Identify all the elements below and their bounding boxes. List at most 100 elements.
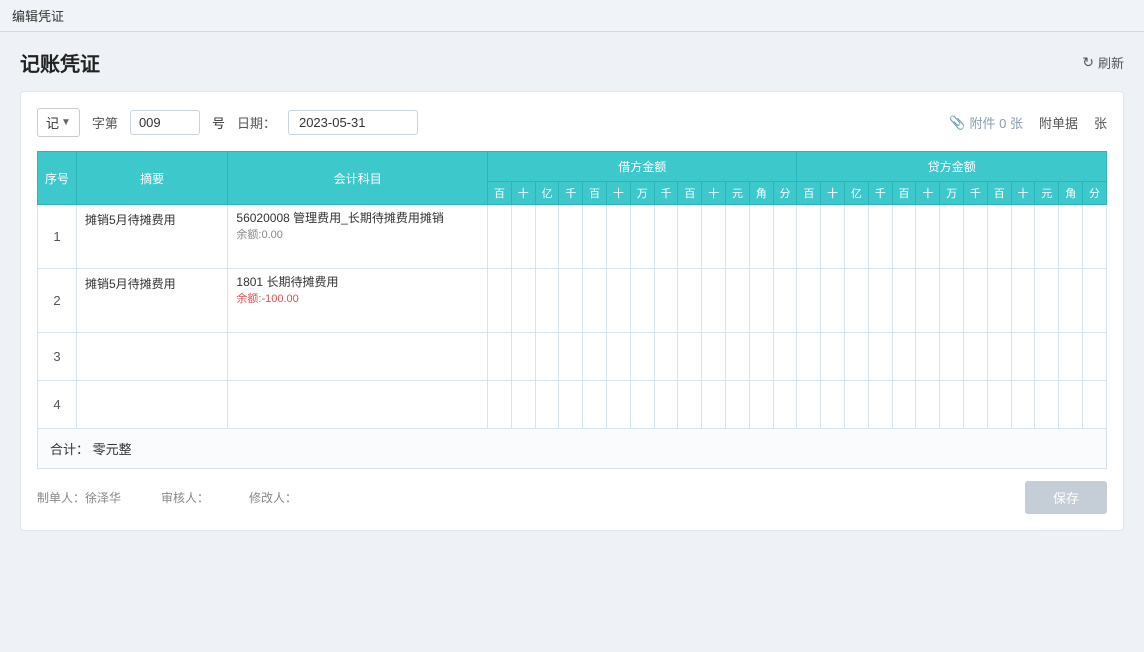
amount-cell-2-7[interactable] <box>654 333 678 381</box>
amount-cell-0-15[interactable] <box>845 205 869 269</box>
row-account-1[interactable]: 1801 长期待摊费用余额:-100.00 <box>228 269 488 333</box>
amount-cell-1-3[interactable] <box>559 269 583 333</box>
amount-cell-2-10[interactable] <box>726 333 750 381</box>
amount-cell-1-11[interactable] <box>749 269 773 333</box>
amount-cell-1-8[interactable] <box>678 269 702 333</box>
amount-cell-0-1[interactable] <box>511 205 535 269</box>
amount-cell-3-20[interactable] <box>964 381 988 429</box>
amount-cell-2-25[interactable] <box>1083 333 1107 381</box>
amount-cell-1-0[interactable] <box>488 269 512 333</box>
amount-cell-3-17[interactable] <box>892 381 916 429</box>
amount-cell-2-18[interactable] <box>916 333 940 381</box>
amount-cell-2-20[interactable] <box>964 333 988 381</box>
amount-cell-0-21[interactable] <box>987 205 1011 269</box>
row-account-3[interactable] <box>228 381 488 429</box>
amount-cell-3-11[interactable] <box>749 381 773 429</box>
amount-cell-0-3[interactable] <box>559 205 583 269</box>
amount-cell-2-17[interactable] <box>892 333 916 381</box>
amount-cell-2-24[interactable] <box>1059 333 1083 381</box>
row-summary-3[interactable] <box>76 381 227 429</box>
amount-cell-1-24[interactable] <box>1059 269 1083 333</box>
amount-cell-0-7[interactable] <box>654 205 678 269</box>
amount-cell-3-23[interactable] <box>1035 381 1059 429</box>
amount-cell-1-21[interactable] <box>987 269 1011 333</box>
amount-cell-2-13[interactable] <box>797 333 821 381</box>
amount-cell-3-7[interactable] <box>654 381 678 429</box>
amount-cell-1-22[interactable] <box>1011 269 1035 333</box>
amount-cell-0-8[interactable] <box>678 205 702 269</box>
amount-cell-3-25[interactable] <box>1083 381 1107 429</box>
amount-cell-3-24[interactable] <box>1059 381 1083 429</box>
amount-cell-2-16[interactable] <box>868 333 892 381</box>
amount-cell-3-9[interactable] <box>702 381 726 429</box>
amount-cell-1-6[interactable] <box>630 269 654 333</box>
voucher-type-button[interactable]: 记 ▼ <box>37 108 80 137</box>
amount-cell-3-4[interactable] <box>583 381 607 429</box>
amount-cell-2-8[interactable] <box>678 333 702 381</box>
amount-cell-3-12[interactable] <box>773 381 797 429</box>
amount-cell-2-4[interactable] <box>583 333 607 381</box>
amount-cell-1-4[interactable] <box>583 269 607 333</box>
amount-cell-3-22[interactable] <box>1011 381 1035 429</box>
amount-cell-0-6[interactable] <box>630 205 654 269</box>
amount-cell-0-10[interactable] <box>726 205 750 269</box>
amount-cell-2-22[interactable] <box>1011 333 1035 381</box>
amount-cell-1-7[interactable] <box>654 269 678 333</box>
amount-cell-0-18[interactable] <box>916 205 940 269</box>
amount-cell-0-12[interactable] <box>773 205 797 269</box>
amount-cell-1-23[interactable] <box>1035 269 1059 333</box>
amount-cell-0-25[interactable] <box>1083 205 1107 269</box>
amount-cell-1-13[interactable] <box>797 269 821 333</box>
amount-cell-3-19[interactable] <box>940 381 964 429</box>
amount-cell-1-25[interactable] <box>1083 269 1107 333</box>
amount-cell-0-13[interactable] <box>797 205 821 269</box>
amount-cell-2-23[interactable] <box>1035 333 1059 381</box>
amount-cell-3-3[interactable] <box>559 381 583 429</box>
amount-cell-0-24[interactable] <box>1059 205 1083 269</box>
amount-cell-2-11[interactable] <box>749 333 773 381</box>
amount-cell-0-16[interactable] <box>868 205 892 269</box>
amount-cell-3-2[interactable] <box>535 381 559 429</box>
amount-cell-3-13[interactable] <box>797 381 821 429</box>
amount-cell-1-17[interactable] <box>892 269 916 333</box>
row-summary-1[interactable]: 摊销5月待摊费用 <box>76 269 227 333</box>
amount-cell-1-14[interactable] <box>821 269 845 333</box>
amount-cell-2-2[interactable] <box>535 333 559 381</box>
amount-cell-2-14[interactable] <box>821 333 845 381</box>
amount-cell-1-9[interactable] <box>702 269 726 333</box>
amount-cell-1-2[interactable] <box>535 269 559 333</box>
row-summary-0[interactable]: 摊销5月待摊费用 <box>76 205 227 269</box>
amount-cell-0-20[interactable] <box>964 205 988 269</box>
refresh-button[interactable]: ↻ 刷新 <box>1082 53 1124 72</box>
amount-cell-3-21[interactable] <box>987 381 1011 429</box>
amount-cell-0-14[interactable] <box>821 205 845 269</box>
amount-cell-2-5[interactable] <box>607 333 631 381</box>
attach-receipt-button[interactable]: 附单据 <box>1039 113 1078 132</box>
amount-cell-1-19[interactable] <box>940 269 964 333</box>
amount-cell-1-12[interactable] <box>773 269 797 333</box>
amount-cell-1-1[interactable] <box>511 269 535 333</box>
amount-cell-3-16[interactable] <box>868 381 892 429</box>
amount-cell-3-6[interactable] <box>630 381 654 429</box>
amount-cell-3-10[interactable] <box>726 381 750 429</box>
amount-cell-2-1[interactable] <box>511 333 535 381</box>
save-button[interactable]: 保存 <box>1025 481 1107 514</box>
amount-cell-2-3[interactable] <box>559 333 583 381</box>
amount-cell-3-1[interactable] <box>511 381 535 429</box>
amount-cell-0-0[interactable] <box>488 205 512 269</box>
amount-cell-1-20[interactable] <box>964 269 988 333</box>
amount-cell-1-5[interactable] <box>607 269 631 333</box>
amount-cell-3-0[interactable] <box>488 381 512 429</box>
amount-cell-2-6[interactable] <box>630 333 654 381</box>
voucher-number-input[interactable] <box>130 110 200 135</box>
amount-cell-2-21[interactable] <box>987 333 1011 381</box>
date-input[interactable] <box>288 110 418 135</box>
row-account-2[interactable] <box>228 333 488 381</box>
amount-cell-0-9[interactable] <box>702 205 726 269</box>
amount-cell-0-11[interactable] <box>749 205 773 269</box>
amount-cell-0-19[interactable] <box>940 205 964 269</box>
amount-cell-3-18[interactable] <box>916 381 940 429</box>
amount-cell-0-17[interactable] <box>892 205 916 269</box>
amount-cell-3-15[interactable] <box>845 381 869 429</box>
amount-cell-3-14[interactable] <box>821 381 845 429</box>
